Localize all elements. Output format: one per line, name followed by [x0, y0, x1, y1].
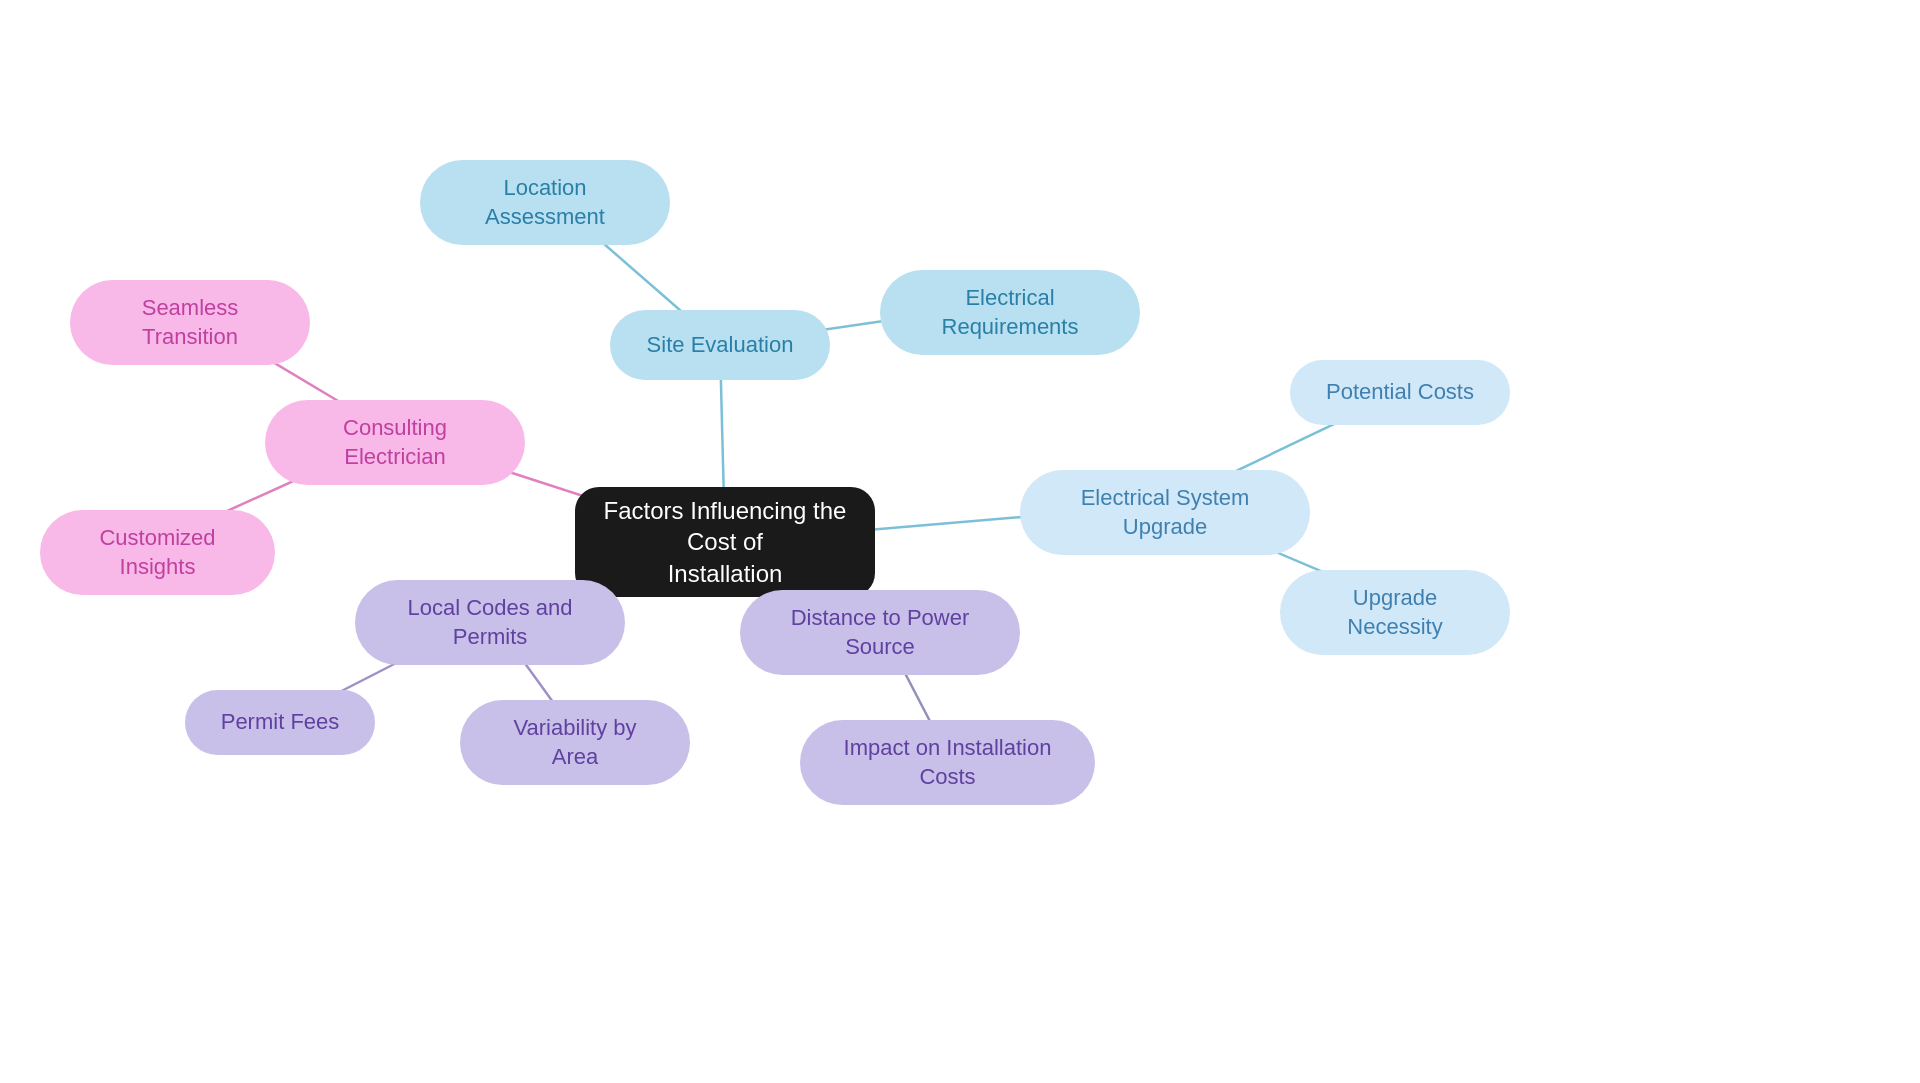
node-label-electricalSystemUpgrade: Electrical System Upgrade — [1048, 484, 1282, 541]
node-consultingElectrician: Consulting Electrician — [265, 400, 525, 485]
node-label-impactOnInstallationCosts: Impact on Installation Costs — [828, 734, 1067, 791]
node-label-upgradeNecessity: Upgrade Necessity — [1308, 584, 1482, 641]
node-label-variabilityByArea: Variability by Area — [488, 714, 662, 771]
node-distanceToPowerSource: Distance to Power Source — [740, 590, 1020, 675]
node-locationAssessment: Location Assessment — [420, 160, 670, 245]
node-label-permitFees: Permit Fees — [221, 708, 340, 737]
node-label-consultingElectrician: Consulting Electrician — [293, 414, 497, 471]
node-upgradeNecessity: Upgrade Necessity — [1280, 570, 1510, 655]
node-label-electricalRequirements: Electrical Requirements — [908, 284, 1112, 341]
node-variabilityByArea: Variability by Area — [460, 700, 690, 785]
node-seamlessTransition: Seamless Transition — [70, 280, 310, 365]
node-electricalRequirements: Electrical Requirements — [880, 270, 1140, 355]
node-label-potentialCosts: Potential Costs — [1326, 378, 1474, 407]
node-label-seamlessTransition: Seamless Transition — [98, 294, 282, 351]
node-label-locationAssessment: Location Assessment — [448, 174, 642, 231]
node-label-distanceToPowerSource: Distance to Power Source — [768, 604, 992, 661]
node-permitFees: Permit Fees — [185, 690, 375, 755]
node-label-siteEvaluation: Site Evaluation — [647, 331, 794, 360]
node-customizedInsights: Customized Insights — [40, 510, 275, 595]
node-label-customizedInsights: Customized Insights — [68, 524, 247, 581]
node-label-center: Factors Influencing the Cost ofInstallat… — [603, 495, 847, 589]
node-center: Factors Influencing the Cost ofInstallat… — [575, 487, 875, 597]
node-impactOnInstallationCosts: Impact on Installation Costs — [800, 720, 1095, 805]
node-potentialCosts: Potential Costs — [1290, 360, 1510, 425]
node-localCodesAndPermits: Local Codes and Permits — [355, 580, 625, 665]
node-label-localCodesAndPermits: Local Codes and Permits — [383, 594, 597, 651]
node-electricalSystemUpgrade: Electrical System Upgrade — [1020, 470, 1310, 555]
node-siteEvaluation: Site Evaluation — [610, 310, 830, 380]
